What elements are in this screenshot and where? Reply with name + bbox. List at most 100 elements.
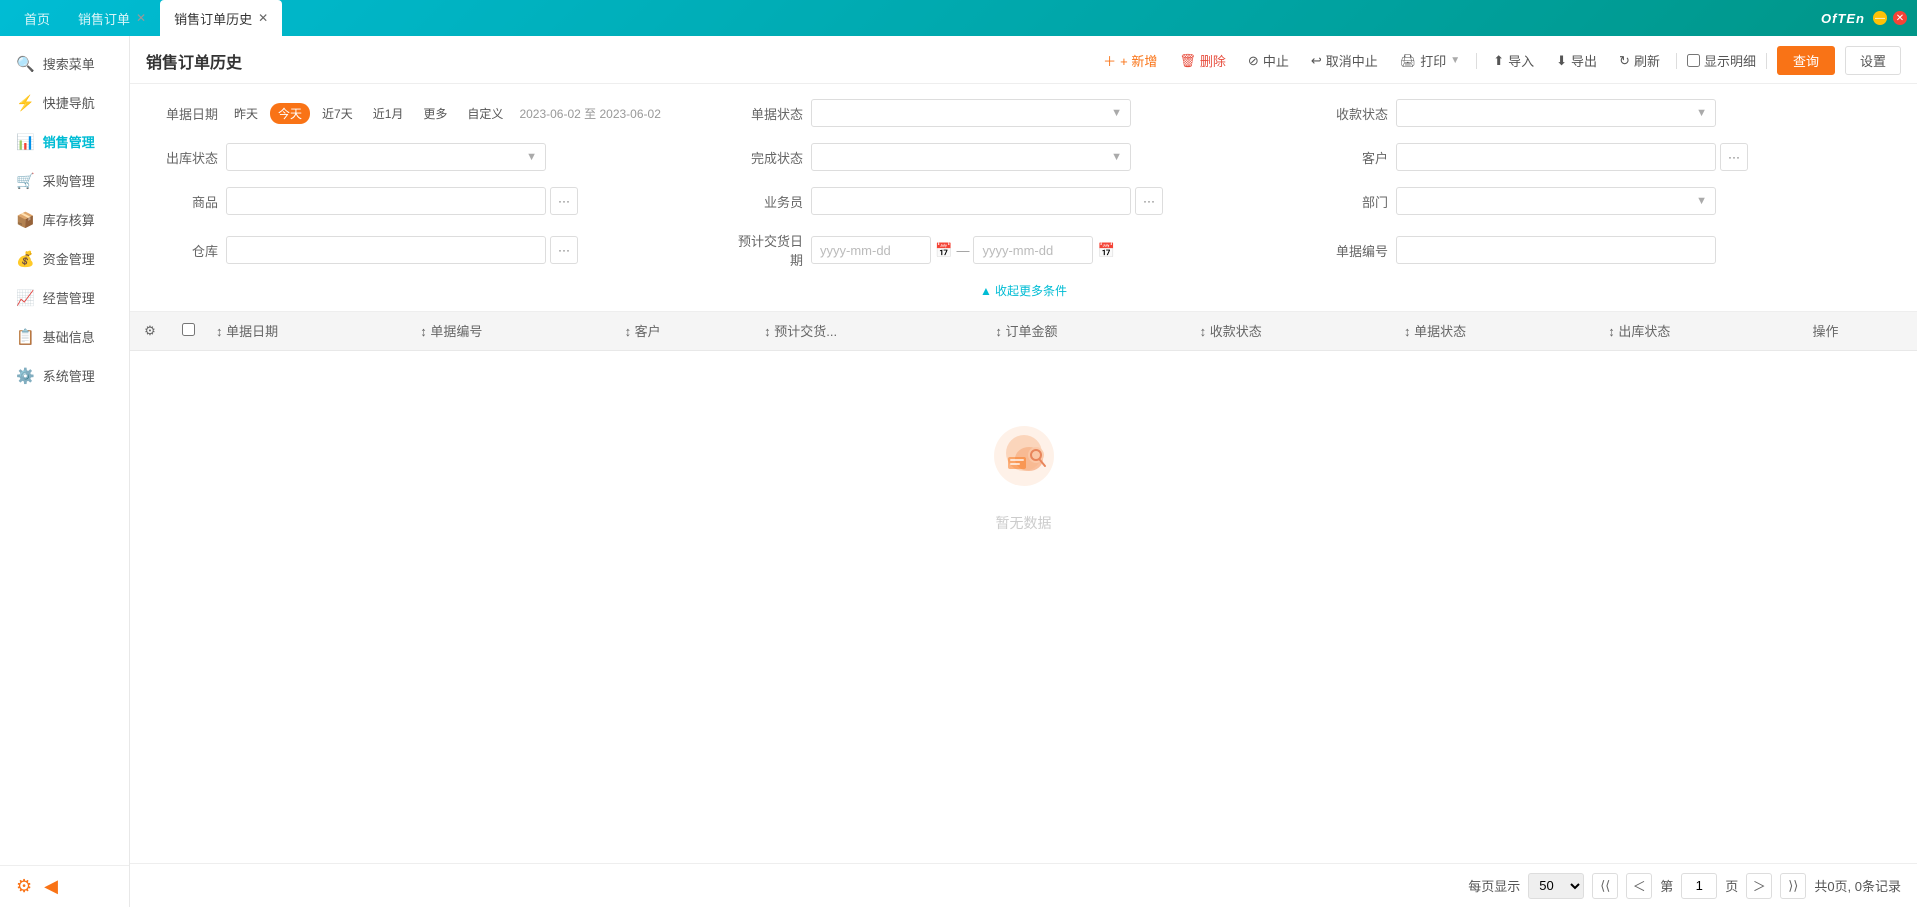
import-button[interactable]: ⬆ 导入 <box>1487 48 1540 73</box>
calendar-start-icon[interactable]: 📅 <box>935 242 952 259</box>
date-tab-custom[interactable]: 自定义 <box>459 103 511 124</box>
th-checkbox[interactable] <box>170 312 206 350</box>
page-size-select[interactable]: 50 20 100 <box>1528 873 1584 899</box>
warehouse-input-wrap: ··· <box>226 236 731 264</box>
show-detail-checkbox-label[interactable]: 显示明细 <box>1687 51 1756 70</box>
tab-sales-order-close[interactable]: ✕ <box>136 11 146 25</box>
sidebar-collapse-icon[interactable]: ◀ <box>44 876 58 897</box>
add-button[interactable]: ＋ + 新增 <box>1097 48 1163 73</box>
sidebar-item-inventory-label: 库存核算 <box>43 210 95 229</box>
sidebar-item-inventory[interactable]: 📦 库存核算 <box>0 200 129 239</box>
sidebar-item-master-data[interactable]: 📋 基础信息 <box>0 317 129 356</box>
page-label-prefix: 第 <box>1660 876 1673 895</box>
date-tab-more[interactable]: 更多 <box>415 103 455 124</box>
export-button[interactable]: ⬇ 导出 <box>1550 48 1603 73</box>
print-button[interactable]: 🖨 打印 ▼ <box>1394 48 1466 73</box>
date-tab-yesterday[interactable]: 昨天 <box>226 103 266 124</box>
minimize-button[interactable]: — <box>1873 11 1887 25</box>
th-date[interactable]: ↕ 单据日期 <box>206 312 410 350</box>
first-page-button[interactable]: ⟨⟨ <box>1592 873 1618 899</box>
sidebar-item-system[interactable]: ⚙️ 系统管理 <box>0 356 129 395</box>
department-select[interactable]: ▼ <box>1396 187 1716 215</box>
date-tab-today[interactable]: 今天 <box>270 103 310 124</box>
prev-page-button[interactable]: ＜ <box>1626 873 1652 899</box>
completion-status-select[interactable]: ▼ <box>811 143 1131 171</box>
th-settings[interactable]: ⚙ <box>130 312 170 350</box>
warehouse-input[interactable] <box>226 236 546 264</box>
th-payment-status[interactable]: ↕ 收款状态 <box>1190 312 1394 350</box>
sidebar-item-sales[interactable]: 📊 销售管理 <box>0 122 129 161</box>
search-menu-icon: 🔍 <box>16 55 35 73</box>
filter-cell-payment-status: 收款状态 ▼ <box>1316 94 1901 132</box>
department-label: 部门 <box>1316 192 1396 211</box>
sidebar-item-operations[interactable]: 📈 经营管理 <box>0 278 129 317</box>
show-detail-label: 显示明细 <box>1704 51 1756 70</box>
sidebar-item-finance[interactable]: 💰 资金管理 <box>0 239 129 278</box>
sidebar: 🔍 搜索菜单 ⚡ 快捷导航 📊 销售管理 🛒 采购管理 📦 库存核算 💰 资金管… <box>0 36 130 907</box>
th-number[interactable]: ↕ 单据编号 <box>410 312 614 350</box>
system-icon: ⚙️ <box>16 367 35 385</box>
import-icon: ⬆ <box>1493 53 1504 69</box>
tab-sales-order-history[interactable]: 销售订单历史 ✕ <box>160 0 282 36</box>
delete-label: 删除 <box>1200 51 1226 70</box>
warehouse-ellipsis-button[interactable]: ··· <box>550 236 578 264</box>
page-size-label: 每页显示 <box>1468 876 1520 895</box>
tab-home[interactable]: 首页 <box>10 0 64 36</box>
delete-icon: 🗑 <box>1179 53 1196 69</box>
settings-button[interactable]: 设置 <box>1845 46 1901 75</box>
print-label: 打印 <box>1420 51 1446 70</box>
sales-icon: 📊 <box>16 133 35 151</box>
collapse-button[interactable]: ▲ 收起更多条件 <box>146 278 1901 301</box>
customer-input[interactable] <box>1396 143 1716 171</box>
payment-status-select[interactable]: ▼ <box>1396 99 1716 127</box>
order-number-input[interactable] <box>1396 236 1716 264</box>
salesperson-ellipsis-button[interactable]: ··· <box>1135 187 1163 215</box>
th-order-status[interactable]: ↕ 单据状态 <box>1394 312 1598 350</box>
next-page-button[interactable]: ＞ <box>1746 873 1772 899</box>
cancel-stop-button[interactable]: ↩ 取消中止 <box>1305 48 1384 73</box>
payment-status-label: 收款状态 <box>1316 104 1396 123</box>
delete-button[interactable]: 🗑 删除 <box>1173 48 1232 73</box>
refresh-button[interactable]: ↻ 刷新 <box>1613 48 1666 73</box>
close-window-button[interactable]: ✕ <box>1893 11 1907 25</box>
salesperson-input[interactable] <box>811 187 1131 215</box>
salesperson-input-wrap: ··· <box>811 187 1316 215</box>
customer-label: 客户 <box>1316 148 1396 167</box>
toolbar-divider-1 <box>1476 53 1477 69</box>
date-tab-7days[interactable]: 近7天 <box>314 103 361 124</box>
query-button[interactable]: 查询 <box>1777 46 1835 75</box>
th-customer[interactable]: ↕ 客户 <box>615 312 755 350</box>
delivery-status-select[interactable]: ▼ <box>226 143 546 171</box>
select-all-checkbox[interactable] <box>182 323 195 336</box>
th-customer-label: ↕ 客户 <box>625 324 661 339</box>
th-expected-delivery-label: ↕ 预计交货... <box>764 324 837 339</box>
customer-ellipsis-button[interactable]: ··· <box>1720 143 1748 171</box>
top-bar-right: OfTEn — ✕ <box>1821 11 1907 26</box>
tab-sales-order-history-close[interactable]: ✕ <box>258 11 268 25</box>
page-header: 销售订单历史 ＋ + 新增 🗑 删除 ⊘ 中止 ↩ 取消中止 <box>130 36 1917 84</box>
last-page-button[interactable]: ⟩⟩ <box>1780 873 1806 899</box>
order-status-select[interactable]: ▼ <box>811 99 1131 127</box>
print-icon: 🖨 <box>1400 53 1417 69</box>
th-delivery-status[interactable]: ↕ 出库状态 <box>1598 312 1802 350</box>
calendar-end-icon[interactable]: 📅 <box>1097 242 1114 259</box>
expected-delivery-end[interactable] <box>973 236 1093 264</box>
sidebar-settings-icon[interactable]: ⚙ <box>16 876 32 897</box>
filter-cell-order-status: 单据状态 ▼ <box>731 94 1316 132</box>
show-detail-checkbox[interactable] <box>1687 54 1700 67</box>
product-ellipsis-button[interactable]: ··· <box>550 187 578 215</box>
sidebar-item-purchase[interactable]: 🛒 采购管理 <box>0 161 129 200</box>
stop-button[interactable]: ⊘ 中止 <box>1242 48 1295 73</box>
sidebar-item-search-menu[interactable]: 🔍 搜索菜单 <box>0 44 129 83</box>
th-amount[interactable]: ↕ 订单金额 <box>985 312 1189 350</box>
tab-sales-order[interactable]: 销售订单 ✕ <box>64 0 160 36</box>
filter-cell-product: 商品 ··· <box>146 182 731 220</box>
expected-delivery-start[interactable] <box>811 236 931 264</box>
sidebar-item-quick-nav[interactable]: ⚡ 快捷导航 <box>0 83 129 122</box>
date-tab-1month[interactable]: 近1月 <box>365 103 412 124</box>
sidebar-item-operations-label: 经营管理 <box>43 288 95 307</box>
page-input[interactable] <box>1681 873 1717 899</box>
sidebar-item-finance-label: 资金管理 <box>43 249 95 268</box>
th-expected-delivery[interactable]: ↕ 预计交货... <box>754 312 985 350</box>
product-input[interactable] <box>226 187 546 215</box>
